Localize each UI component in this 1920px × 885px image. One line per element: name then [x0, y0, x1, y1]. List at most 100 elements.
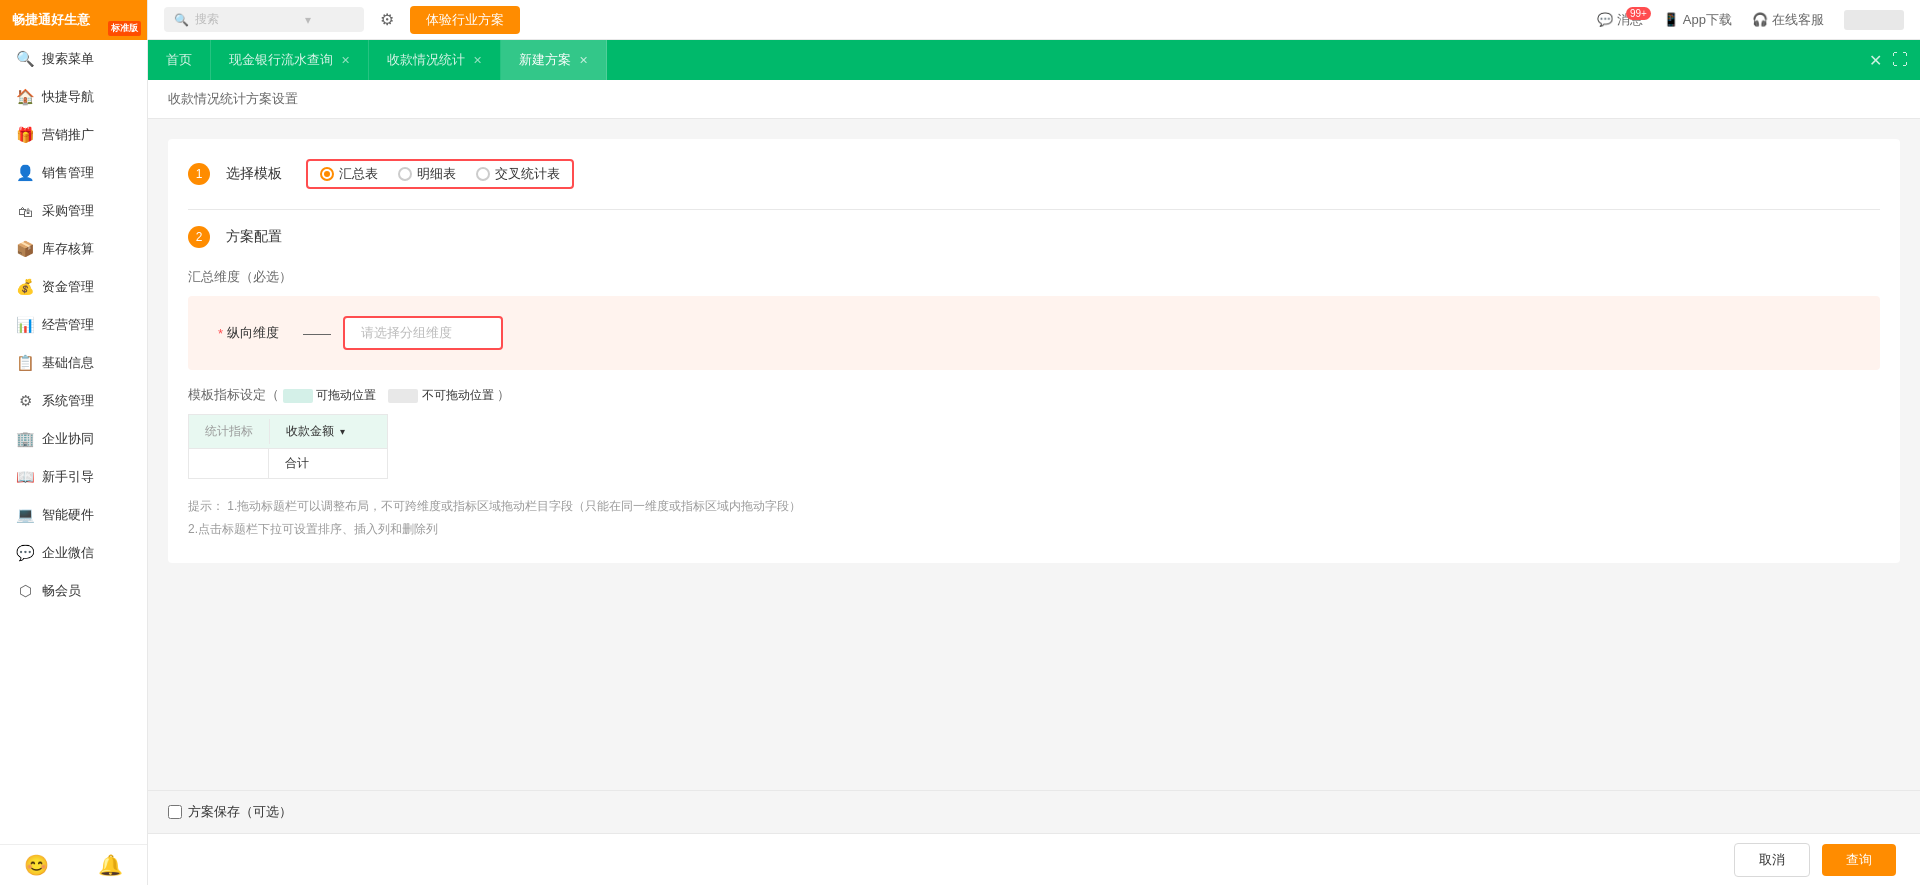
sidebar-item-quick-nav[interactable]: 🏠快捷导航	[0, 78, 147, 116]
notification-count: 99+	[1626, 7, 1651, 20]
radio-summary[interactable]: 汇总表	[320, 165, 378, 183]
metrics-grid: 统计指标 收款金额 ▾ 合计	[188, 414, 388, 479]
breadcrumb-text: 收款情况统计方案设置	[168, 91, 298, 106]
tab-bank-flow[interactable]: 现金银行流水查询 ✕	[211, 40, 369, 80]
service-item[interactable]: 🎧 在线客服	[1752, 11, 1824, 29]
cancel-button[interactable]: 取消	[1734, 843, 1810, 877]
user-avatar[interactable]	[1844, 10, 1904, 30]
metrics-header: 模板指标设定（ 可拖动位置 不可拖动位置 ）	[188, 386, 1880, 404]
draggable-label: 可拖动位置	[316, 388, 376, 402]
tip2: 2.点击标题栏下拉可设置排序、插入列和删除列	[188, 520, 1880, 539]
logo-text: 畅捷通好生意	[12, 11, 90, 29]
basic-info-label: 基础信息	[42, 354, 94, 372]
sidebar-item-search-menu[interactable]: 🔍搜索菜单	[0, 40, 147, 78]
sidebar-bottom: 😊 🔔	[0, 844, 147, 885]
dimension-config: 汇总维度（必选） * 纵向维度 —— 请选择分组维度 模板指标设定（	[188, 268, 1880, 539]
operation-icon: 📊	[16, 316, 34, 334]
action-bar: 取消 查询	[148, 833, 1920, 885]
radio-detail[interactable]: 明细表	[398, 165, 456, 183]
step2-label: 方案配置	[226, 228, 282, 246]
dimension-title: 汇总维度（必选）	[188, 268, 1880, 286]
template-options-box: 汇总表 明细表 交叉统计表	[306, 159, 574, 189]
metrics-grid-body: 合计	[189, 449, 387, 478]
tab-close-new-plan[interactable]: ✕	[579, 54, 588, 67]
col-empty	[189, 449, 269, 478]
basic-info-icon: 📋	[16, 354, 34, 372]
tab-label-bank-flow: 现金银行流水查询	[229, 51, 333, 69]
query-button[interactable]: 查询	[1822, 844, 1896, 876]
maximize-icon[interactable]: ⛶	[1892, 51, 1908, 69]
search-icon: 🔍	[174, 13, 189, 27]
finance-label: 资金管理	[42, 278, 94, 296]
tip1: 提示： 1.拖动标题栏可以调整布局，不可跨维度或指标区域拖动栏目字段（只能在同一…	[188, 497, 1880, 516]
sidebar-item-enterprise[interactable]: 🏢企业协同	[0, 420, 147, 458]
save-plan-label: 方案保存（可选）	[188, 803, 292, 821]
metrics-section: 模板指标设定（ 可拖动位置 不可拖动位置 ） 统计指标	[188, 386, 1880, 539]
hardware-icon: 💻	[16, 506, 34, 524]
sidebar-bottom-icon2[interactable]: 🔔	[98, 853, 123, 877]
notification-item[interactable]: 💬 消息 99+	[1597, 11, 1643, 29]
message-icon: 💬	[1597, 12, 1613, 27]
radio-summary-label: 汇总表	[339, 165, 378, 183]
sidebar-item-inventory[interactable]: 📦库存核算	[0, 230, 147, 268]
main-area: 🔍 搜索 ▾ ⚙ 体验行业方案 💬 消息 99+ 📱 App下载 🎧 在线客服 …	[148, 0, 1920, 885]
service-icon: 🎧	[1752, 12, 1768, 27]
tab-new-plan[interactable]: 新建方案✕	[501, 40, 607, 80]
sidebar-item-finance[interactable]: 💰 资金管理	[0, 268, 147, 306]
sidebar-item-wechat[interactable]: 💬企业微信	[0, 534, 147, 572]
industry-btn[interactable]: 体验行业方案	[410, 6, 520, 34]
radio-cross[interactable]: 交叉统计表	[476, 165, 560, 183]
wechat-label: 企业微信	[42, 544, 94, 562]
tab-label-collection-stat: 收款情况统计	[387, 51, 465, 69]
step1-row: 1 选择模板 汇总表 明细表	[188, 159, 1880, 189]
topbar-right: 💬 消息 99+ 📱 App下载 🎧 在线客服	[1597, 10, 1904, 30]
save-plan-input[interactable]	[168, 805, 182, 819]
tab-close-bank-flow[interactable]: ✕	[341, 54, 350, 67]
settings-icon[interactable]: ⚙	[380, 10, 394, 29]
radio-cross-label: 交叉统计表	[495, 165, 560, 183]
sidebar-item-sales[interactable]: 👤销售管理	[0, 154, 147, 192]
sales-label: 销售管理	[42, 164, 94, 182]
topbar-search-box[interactable]: 🔍 搜索 ▾	[164, 7, 364, 32]
content-body: 1 选择模板 汇总表 明细表	[148, 119, 1920, 790]
sidebar-item-hardware[interactable]: 💻智能硬件	[0, 496, 147, 534]
vertical-dim-label: 纵向维度	[227, 324, 279, 342]
finance-icon: 💰	[16, 278, 34, 296]
dim-select[interactable]: 请选择分组维度	[343, 316, 503, 350]
tab-collection-stat[interactable]: 收款情况统计 ✕	[369, 40, 501, 80]
download-label: App下载	[1683, 11, 1732, 29]
divider1	[188, 209, 1880, 210]
purchase-icon: 🛍	[16, 202, 34, 220]
radio-detail-label: 明细表	[417, 165, 456, 183]
dimension-area: * 纵向维度 —— 请选择分组维度	[188, 296, 1880, 370]
radio-group: 汇总表 明细表 交叉统计表	[320, 165, 560, 183]
metrics-grid-header: 统计指标 收款金额 ▾	[189, 415, 387, 449]
logo-badge: 标准版	[108, 21, 141, 36]
download-item[interactable]: 📱 App下载	[1663, 11, 1732, 29]
marketing-icon: 🎁	[16, 126, 34, 144]
tab-home[interactable]: 首页	[148, 40, 211, 80]
search-placeholder: 搜索	[195, 11, 219, 28]
metrics-title-suffix: ）	[497, 387, 510, 402]
sidebar-logo: 畅捷通好生意 标准版	[0, 0, 147, 40]
tab-close-collection-stat[interactable]: ✕	[473, 54, 482, 67]
step1-badge: 1	[188, 163, 210, 185]
sidebar-item-operation[interactable]: 📊经营管理	[0, 306, 147, 344]
topbar: 🔍 搜索 ▾ ⚙ 体验行业方案 💬 消息 99+ 📱 App下载 🎧 在线客服	[148, 0, 1920, 40]
system-label: 系统管理	[42, 392, 94, 410]
sidebar-item-guide[interactable]: 📖新手引导	[0, 458, 147, 496]
locked-label: 不可拖动位置	[422, 388, 494, 402]
sidebar-item-basic-info[interactable]: 📋 基础信息	[0, 344, 147, 382]
sidebar-item-purchase[interactable]: 🛍采购管理	[0, 192, 147, 230]
close-window-icon[interactable]: ✕	[1869, 51, 1882, 70]
service-label: 在线客服	[1772, 11, 1824, 29]
content-footer: 方案保存（可选）	[148, 790, 1920, 833]
save-plan-checkbox[interactable]: 方案保存（可选）	[168, 803, 292, 821]
sidebar-item-marketing[interactable]: 🎁营销推广	[0, 116, 147, 154]
sidebar-item-system[interactable]: ⚙系统管理	[0, 382, 147, 420]
sidebar-bottom-icon1[interactable]: 😊	[24, 853, 49, 877]
quick-nav-icon: 🏠	[16, 88, 34, 106]
tabbar: 首页现金银行流水查询✕收款情况统计✕新建方案✕ ✕ ⛶	[148, 40, 1920, 80]
sidebar-item-member[interactable]: ⬡畅会员	[0, 572, 147, 610]
col1-header[interactable]: 收款金额 ▾	[270, 419, 361, 444]
